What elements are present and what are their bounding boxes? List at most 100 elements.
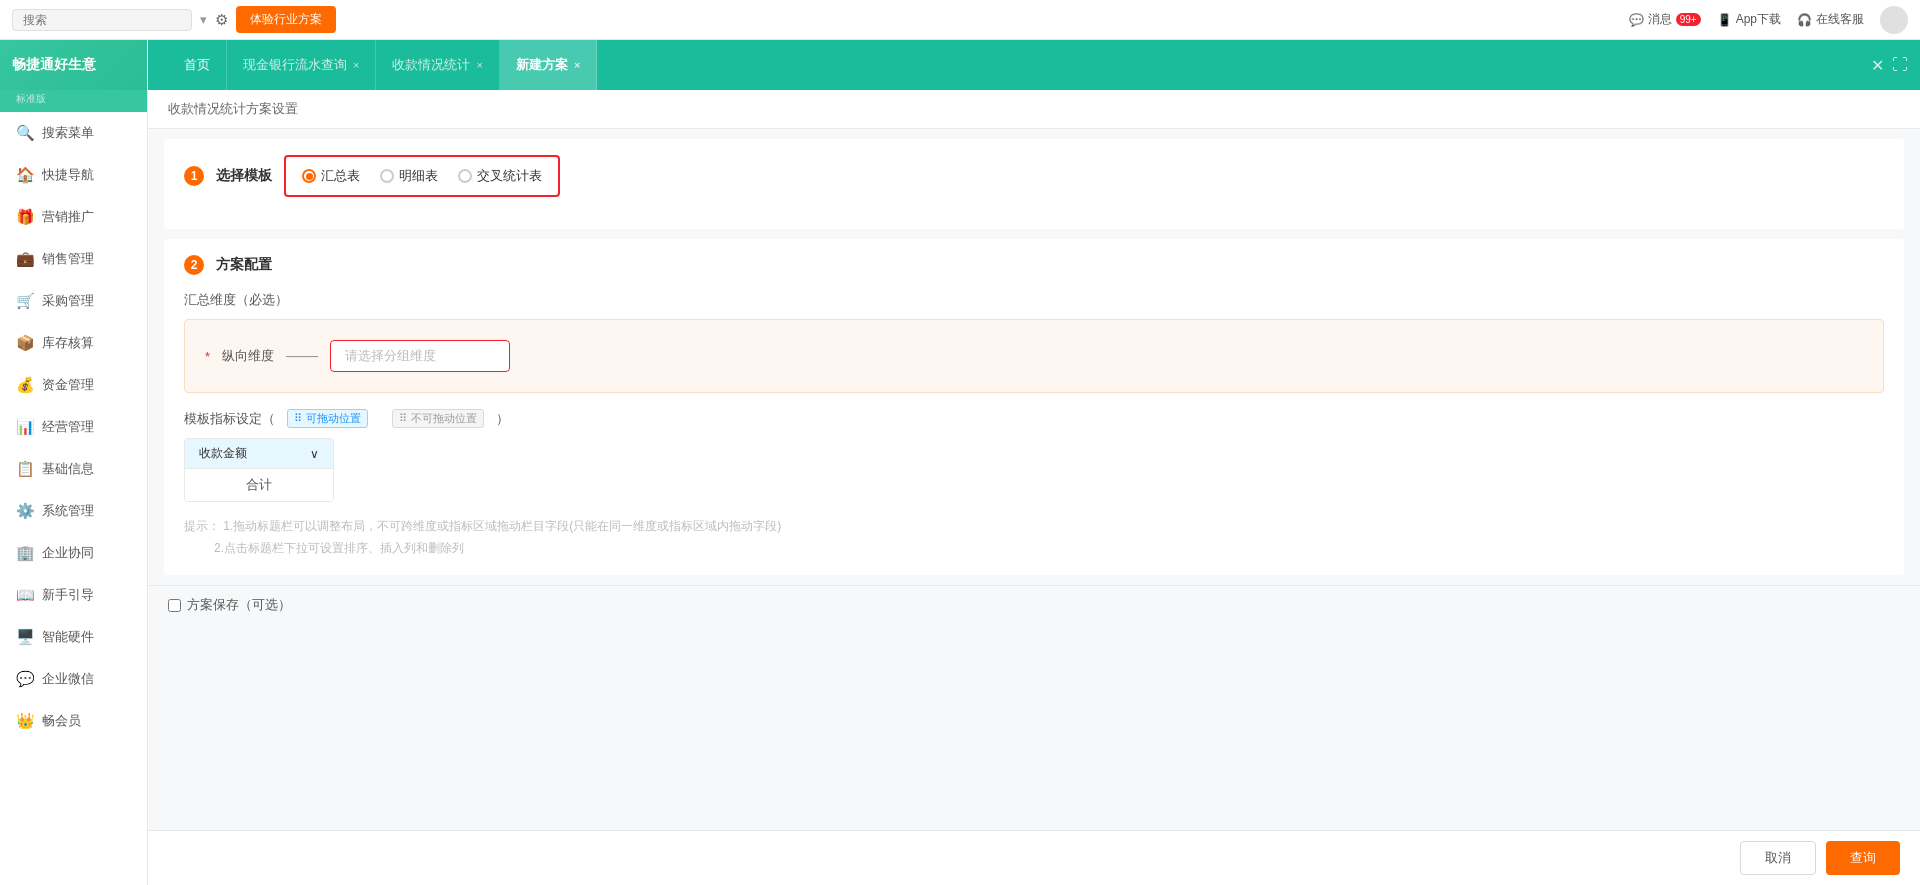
indicator-col-label: 收款金额 bbox=[199, 445, 247, 462]
sidebar-item-quick-nav[interactable]: 🏠 快捷导航 bbox=[0, 154, 147, 196]
save-row: 方案保存（可选） bbox=[148, 585, 1920, 624]
sidebar-item-system[interactable]: ⚙️ 系统管理 bbox=[0, 490, 147, 532]
search-chevron-icon[interactable]: ▾ bbox=[200, 12, 207, 27]
gear-icon[interactable]: ⚙ bbox=[215, 11, 228, 29]
sidebar-item-capital[interactable]: 💰 资金管理 bbox=[0, 364, 147, 406]
tab-collection-stat-close[interactable]: × bbox=[476, 59, 482, 71]
cancel-button[interactable]: 取消 bbox=[1740, 841, 1816, 875]
tab-new-plan-close[interactable]: × bbox=[574, 59, 580, 71]
notification-item[interactable]: 💬 消息 99+ bbox=[1629, 11, 1701, 28]
sidebar-item-label: 搜索菜单 bbox=[42, 124, 94, 142]
dim-field-label: 纵向维度 bbox=[222, 347, 274, 365]
page-content: 收款情况统计方案设置 1 选择模板 汇总表 明细表 bbox=[148, 90, 1920, 830]
step1-label: 选择模板 bbox=[216, 167, 272, 185]
dim-area: * 纵向维度 —— 请选择分组维度 bbox=[184, 319, 1884, 393]
sidebar-item-label: 经营管理 bbox=[42, 418, 94, 436]
indicator-chevron-icon: ∨ bbox=[310, 447, 319, 461]
sidebar-item-label: 采购管理 bbox=[42, 292, 94, 310]
sidebar-item-label: 系统管理 bbox=[42, 502, 94, 520]
notification-badge: 99+ bbox=[1676, 13, 1701, 26]
sidebar-item-sales[interactable]: 💼 销售管理 bbox=[0, 238, 147, 280]
indicator-table-cell: 合计 bbox=[185, 468, 333, 501]
tab-home[interactable]: 首页 bbox=[168, 40, 227, 90]
sidebar-item-label: 畅会员 bbox=[42, 712, 81, 730]
tips-area: 提示： 1.拖动标题栏可以调整布局，不可跨维度或指标区域拖动栏目字段(只能在同一… bbox=[184, 515, 1884, 559]
step2-badge: 2 bbox=[184, 255, 204, 275]
dim-row: * 纵向维度 —— 请选择分组维度 bbox=[205, 340, 1863, 372]
sidebar-item-guide[interactable]: 📖 新手引导 bbox=[0, 574, 147, 616]
tab-expand-btn[interactable]: ⛶ bbox=[1892, 56, 1908, 74]
no-drag-badge: ⠿ 不可拖动位置 bbox=[392, 409, 484, 428]
corp-icon: 🏢 bbox=[16, 544, 34, 562]
tab-bar-actions: ✕ ⛶ bbox=[1871, 56, 1920, 75]
sidebar-logo: 畅捷通好生意 bbox=[0, 40, 147, 90]
radio-cross-circle bbox=[458, 169, 472, 183]
service-item[interactable]: 🎧 在线客服 bbox=[1797, 11, 1864, 28]
industry-btn[interactable]: 体验行业方案 bbox=[236, 6, 336, 33]
sidebar-item-wechat[interactable]: 💬 企业微信 bbox=[0, 658, 147, 700]
download-item[interactable]: 📱 App下载 bbox=[1717, 11, 1781, 28]
sidebar-item-purchase[interactable]: 🛒 采购管理 bbox=[0, 280, 147, 322]
sidebar-item-label: 智能硬件 bbox=[42, 628, 94, 646]
tab-home-label: 首页 bbox=[184, 56, 210, 74]
operations-icon: 📊 bbox=[16, 418, 34, 436]
sidebar-item-label: 企业微信 bbox=[42, 670, 94, 688]
radio-cross-label: 交叉统计表 bbox=[477, 167, 542, 185]
required-star: * bbox=[205, 349, 210, 364]
member-icon: 👑 bbox=[16, 712, 34, 730]
sidebar-item-corp[interactable]: 🏢 企业协同 bbox=[0, 532, 147, 574]
sidebar-item-member[interactable]: 👑 畅会员 bbox=[0, 700, 147, 742]
no-drag-icon: ⠿ bbox=[399, 412, 407, 425]
indicator-label-end: ） bbox=[496, 410, 509, 428]
step2-card: 2 方案配置 汇总维度（必选） * 纵向维度 —— 请选择分组维度 模板指标设定… bbox=[164, 239, 1904, 575]
query-button[interactable]: 查询 bbox=[1826, 841, 1900, 875]
radio-summary[interactable]: 汇总表 bbox=[302, 167, 360, 185]
sidebar-item-basic-info[interactable]: 📋 基础信息 bbox=[0, 448, 147, 490]
tip-1: 提示： 1.拖动标题栏可以调整布局，不可跨维度或指标区域拖动栏目字段(只能在同一… bbox=[184, 515, 1884, 537]
purchase-icon: 🛒 bbox=[16, 292, 34, 310]
save-checkbox[interactable] bbox=[168, 599, 181, 612]
step1-row: 1 选择模板 汇总表 明细表 交叉统计表 bbox=[184, 155, 1884, 197]
step1-badge: 1 bbox=[184, 166, 204, 186]
sidebar: 畅捷通好生意 标准版 🔍 搜索菜单 🏠 快捷导航 🎁 营销推广 💼 销售管理 🛒… bbox=[0, 40, 148, 885]
radio-detail[interactable]: 明细表 bbox=[380, 167, 438, 185]
sidebar-item-label: 新手引导 bbox=[42, 586, 94, 604]
tab-new-plan[interactable]: 新建方案 × bbox=[500, 40, 597, 90]
basic-info-icon: 📋 bbox=[16, 460, 34, 478]
tab-close-all-btn[interactable]: ✕ bbox=[1871, 56, 1884, 75]
indicator-table-header[interactable]: 收款金额 ∨ bbox=[185, 439, 333, 468]
breadcrumb: 收款情况统计方案设置 bbox=[168, 101, 298, 116]
wechat-icon: 💬 bbox=[16, 670, 34, 688]
sidebar-item-inventory[interactable]: 📦 库存核算 bbox=[0, 322, 147, 364]
guide-icon: 📖 bbox=[16, 586, 34, 604]
radio-summary-circle bbox=[302, 169, 316, 183]
sidebar-item-label: 快捷导航 bbox=[42, 166, 94, 184]
save-label: 方案保存（可选） bbox=[187, 596, 291, 614]
sidebar-item-hardware[interactable]: 🖥️ 智能硬件 bbox=[0, 616, 147, 658]
service-icon: 🎧 bbox=[1797, 13, 1812, 27]
sidebar-item-marketing[interactable]: 🎁 营销推广 bbox=[0, 196, 147, 238]
indicator-label: 模板指标设定（ bbox=[184, 410, 275, 428]
indicator-header: 模板指标设定（ ⠿ 可拖动位置 ⠿ 不可拖动位置 ） bbox=[184, 409, 1884, 428]
sidebar-item-label: 资金管理 bbox=[42, 376, 94, 394]
sidebar-item-operations[interactable]: 📊 经营管理 bbox=[0, 406, 147, 448]
step2-label: 方案配置 bbox=[216, 256, 272, 274]
top-search-input[interactable] bbox=[12, 9, 192, 31]
indicator-table: 收款金额 ∨ 合计 bbox=[184, 438, 334, 502]
tab-collection-stat[interactable]: 收款情况统计 × bbox=[376, 40, 499, 90]
tab-bank-flow[interactable]: 现金银行流水查询 × bbox=[227, 40, 376, 90]
tab-bank-flow-label: 现金银行流水查询 bbox=[243, 56, 347, 74]
avatar[interactable] bbox=[1880, 6, 1908, 34]
radio-cross[interactable]: 交叉统计表 bbox=[458, 167, 542, 185]
step2-row: 2 方案配置 bbox=[184, 255, 1884, 275]
main-layout: 畅捷通好生意 标准版 🔍 搜索菜单 🏠 快捷导航 🎁 营销推广 💼 销售管理 🛒… bbox=[0, 40, 1920, 885]
tip-2: 2.点击标题栏下拉可设置排序、插入列和删除列 bbox=[184, 537, 1884, 559]
tab-collection-stat-label: 收款情况统计 bbox=[392, 56, 470, 74]
dim-group-selector[interactable]: 请选择分组维度 bbox=[330, 340, 510, 372]
tab-bank-flow-close[interactable]: × bbox=[353, 59, 359, 71]
sidebar-item-search-menu[interactable]: 🔍 搜索菜单 bbox=[0, 112, 147, 154]
download-icon: 📱 bbox=[1717, 13, 1732, 27]
hardware-icon: 🖥️ bbox=[16, 628, 34, 646]
sidebar-item-label: 基础信息 bbox=[42, 460, 94, 478]
content-area: 首页 现金银行流水查询 × 收款情况统计 × 新建方案 × ✕ ⛶ bbox=[148, 40, 1920, 885]
